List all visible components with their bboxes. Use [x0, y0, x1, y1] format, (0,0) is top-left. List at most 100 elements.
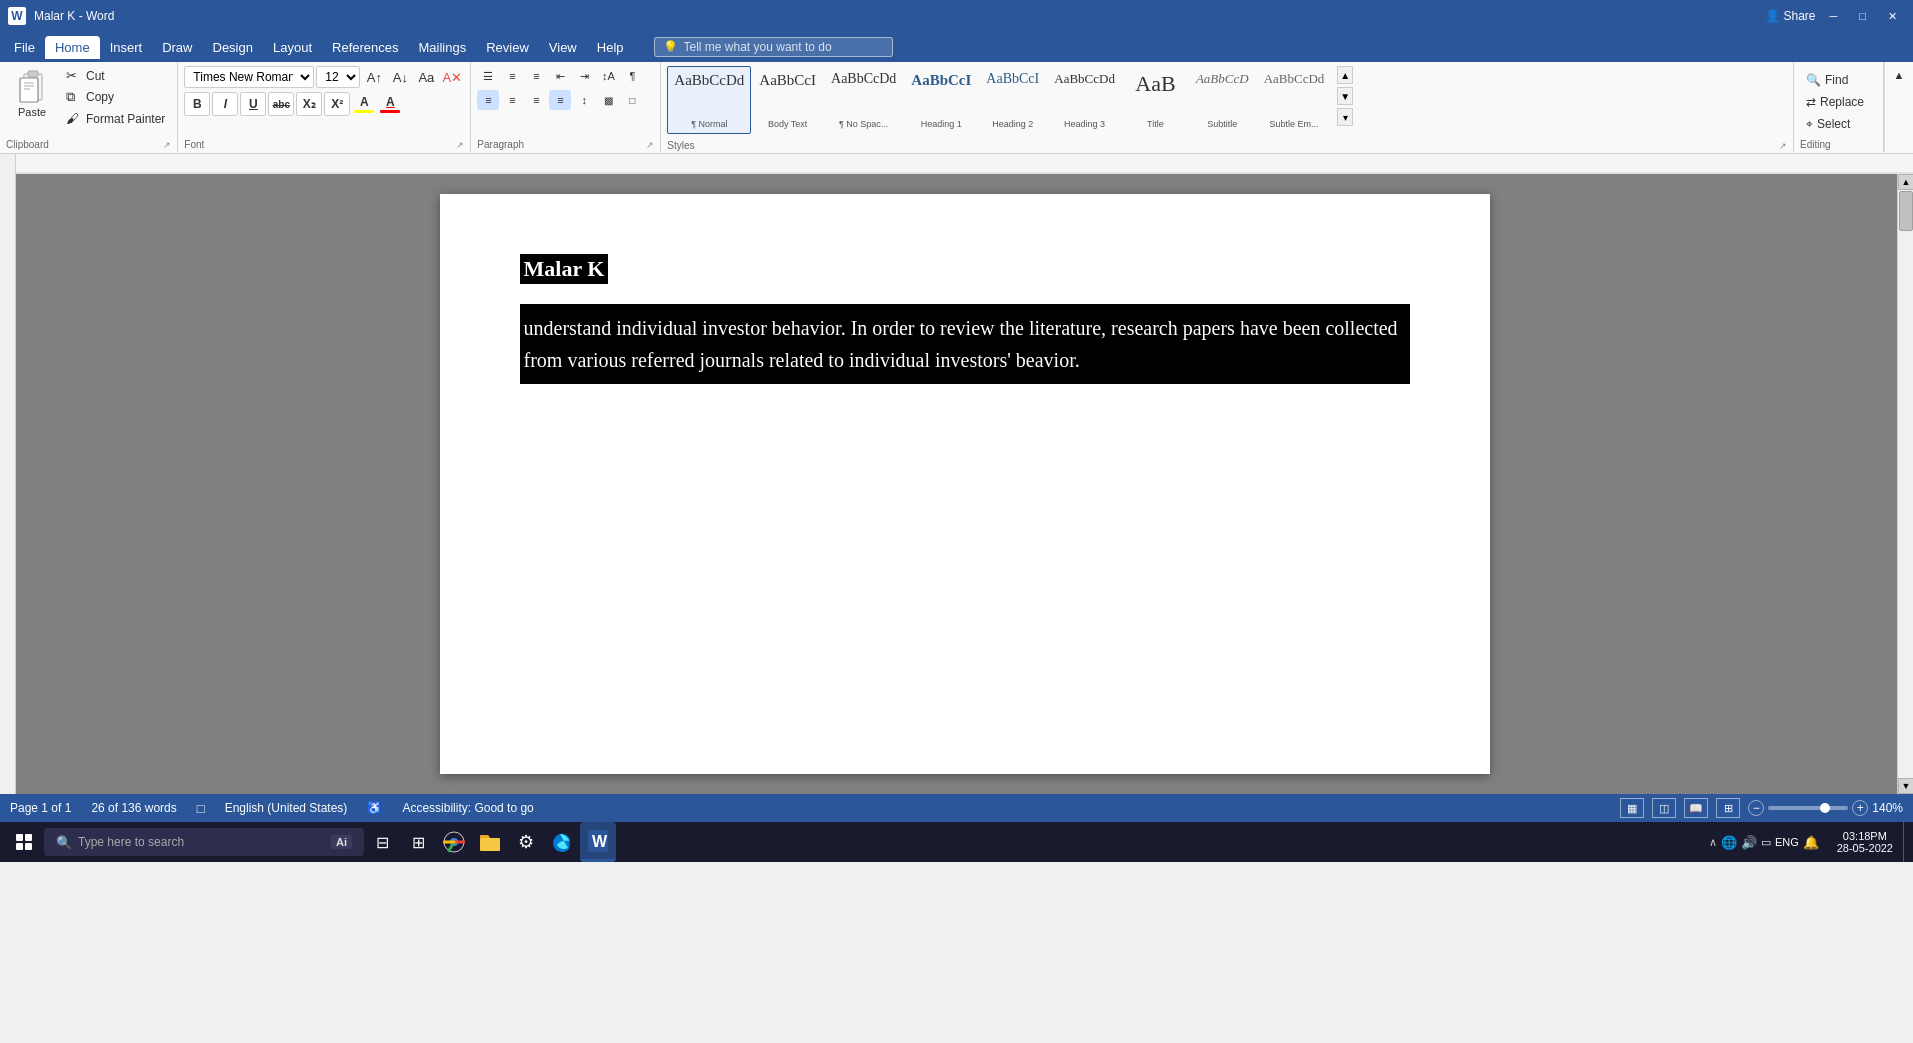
vertical-scrollbar[interactable]: ▲ ▼: [1897, 174, 1913, 794]
gallery-down-arrow[interactable]: ▼: [1337, 87, 1353, 105]
selected-text-block: understand individual investor behavior.…: [520, 304, 1410, 384]
menu-review[interactable]: Review: [476, 36, 539, 59]
align-center-button[interactable]: ≡: [501, 90, 523, 110]
text-color-button[interactable]: A: [378, 93, 402, 115]
settings-button[interactable]: ⚙: [508, 822, 544, 862]
style-no-spacing[interactable]: AaBbCcDd ¶ No Spac...: [824, 66, 903, 134]
line-spacing-button[interactable]: ↕: [573, 90, 595, 110]
replace-button[interactable]: ⇄ Replace: [1800, 93, 1870, 111]
bold-button[interactable]: B: [184, 92, 210, 116]
taskbar-search-bar[interactable]: 🔍 Type here to search Ai: [44, 828, 364, 856]
paste-button[interactable]: Paste: [6, 66, 58, 122]
find-button[interactable]: 🔍 Find: [1800, 71, 1854, 89]
clipboard-expand-icon[interactable]: ↗: [163, 140, 171, 150]
text-highlight-button[interactable]: A: [352, 93, 376, 115]
scroll-up-button[interactable]: ▲: [1898, 174, 1913, 190]
show-desktop-button[interactable]: [1903, 822, 1909, 862]
minimize-button[interactable]: ─: [1822, 8, 1846, 24]
menu-view[interactable]: View: [539, 36, 587, 59]
styles-expand-icon[interactable]: ↗: [1779, 141, 1787, 151]
style-heading3[interactable]: AaBbCcDd Heading 3: [1047, 66, 1122, 134]
print-layout-button[interactable]: ▦: [1620, 798, 1644, 818]
align-left-button[interactable]: ≡: [477, 90, 499, 110]
focus-mode-button[interactable]: ⊞: [1716, 798, 1740, 818]
format-painter-button[interactable]: 🖌 Format Painter: [60, 109, 171, 128]
font-size-select[interactable]: 12: [316, 66, 360, 88]
cut-button[interactable]: ✂ Cut: [60, 66, 171, 85]
increase-indent-button[interactable]: ⇥: [573, 66, 595, 86]
start-button[interactable]: [4, 822, 44, 862]
maximize-button[interactable]: □: [1851, 8, 1874, 24]
menu-references[interactable]: References: [322, 36, 408, 59]
shading-button[interactable]: ▩: [597, 90, 619, 110]
italic-button[interactable]: I: [212, 92, 238, 116]
superscript-button[interactable]: X²: [324, 92, 350, 116]
tray-chevron[interactable]: ∧: [1709, 836, 1717, 849]
multilevel-button[interactable]: ≡: [525, 66, 547, 86]
collapse-ribbon-button[interactable]: ▲: [1884, 62, 1913, 153]
font-name-select[interactable]: Times New Roman: [184, 66, 314, 88]
clock[interactable]: 03:18PM 28-05-2022: [1829, 830, 1901, 854]
menu-mailings[interactable]: Mailings: [409, 36, 477, 59]
font-grow-button[interactable]: A↑: [362, 66, 386, 88]
style-heading1[interactable]: AaBbCcI Heading 1: [904, 66, 978, 134]
paragraph-expand-icon[interactable]: ↗: [646, 140, 654, 150]
zoom-thumb: [1820, 803, 1830, 813]
zoom-plus-button[interactable]: +: [1852, 800, 1868, 816]
share-button[interactable]: 👤 Share: [1765, 9, 1816, 23]
chrome-button[interactable]: [436, 822, 472, 862]
menu-search-bar[interactable]: 💡: [654, 37, 893, 57]
justify-button[interactable]: ≡: [549, 90, 571, 110]
subscript-button[interactable]: X₂: [296, 92, 322, 116]
menu-layout[interactable]: Layout: [263, 36, 322, 59]
gallery-up-arrow[interactable]: ▲: [1337, 66, 1353, 84]
scroll-thumb[interactable]: [1899, 191, 1913, 231]
style-title[interactable]: AaB Title: [1123, 66, 1188, 134]
style-subtitle[interactable]: AaBbCcD Subtitle: [1189, 66, 1256, 134]
word-taskbar-button[interactable]: W: [580, 822, 616, 862]
menu-bar: File Home Insert Draw Design Layout Refe…: [0, 32, 1913, 62]
close-button[interactable]: ✕: [1880, 8, 1905, 25]
numbering-button[interactable]: ≡: [501, 66, 523, 86]
style-heading2[interactable]: AaBbCcI Heading 2: [979, 66, 1046, 134]
show-para-button[interactable]: ¶: [621, 66, 643, 86]
scroll-track[interactable]: [1898, 190, 1913, 778]
underline-button[interactable]: U: [240, 92, 266, 116]
change-case-button[interactable]: Aa: [414, 66, 438, 88]
font-expand-icon[interactable]: ↗: [456, 140, 464, 150]
edge-button[interactable]: [544, 822, 580, 862]
menu-search-input[interactable]: [684, 40, 884, 54]
menu-file[interactable]: File: [4, 36, 45, 59]
zoom-slider[interactable]: [1768, 806, 1848, 810]
decrease-indent-button[interactable]: ⇤: [549, 66, 571, 86]
style-subtle-em[interactable]: AaBbCcDd Subtle Em...: [1257, 66, 1332, 134]
menu-insert[interactable]: Insert: [100, 36, 153, 59]
scroll-down-button[interactable]: ▼: [1898, 778, 1913, 794]
font-shrink-button[interactable]: A↓: [388, 66, 412, 88]
gallery-more-arrow[interactable]: ▾: [1337, 108, 1353, 126]
style-body-text[interactable]: AaBbCcI Body Text: [752, 66, 823, 134]
style-normal[interactable]: AaBbCcDd ¶ Normal: [667, 66, 751, 134]
bullets-button[interactable]: ☰: [477, 66, 499, 86]
document-page[interactable]: Malar K understand individual investor b…: [440, 194, 1490, 774]
notification-icon[interactable]: 🔔: [1803, 835, 1819, 850]
zoom-minus-button[interactable]: −: [1748, 800, 1764, 816]
select-button[interactable]: ⌖ Select: [1800, 115, 1856, 133]
copy-button[interactable]: ⧉ Copy: [60, 87, 171, 107]
sort-button[interactable]: ↕A: [597, 66, 619, 86]
read-mode-button[interactable]: 📖: [1684, 798, 1708, 818]
task-view-button[interactable]: ⊟: [364, 822, 400, 862]
web-layout-button[interactable]: ◫: [1652, 798, 1676, 818]
word-icon-letter: W: [11, 9, 22, 23]
menu-design[interactable]: Design: [203, 36, 263, 59]
clear-formatting-button[interactable]: A✕: [440, 66, 464, 88]
widgets-button[interactable]: ⊞: [400, 822, 436, 862]
menu-help[interactable]: Help: [587, 36, 634, 59]
collapse-icon[interactable]: ▲: [1887, 64, 1911, 86]
strikethrough-button[interactable]: abc: [268, 92, 294, 116]
borders-button[interactable]: □: [621, 90, 643, 110]
file-explorer-button[interactable]: [472, 822, 508, 862]
menu-home[interactable]: Home: [45, 36, 100, 59]
align-right-button[interactable]: ≡: [525, 90, 547, 110]
menu-draw[interactable]: Draw: [152, 36, 202, 59]
